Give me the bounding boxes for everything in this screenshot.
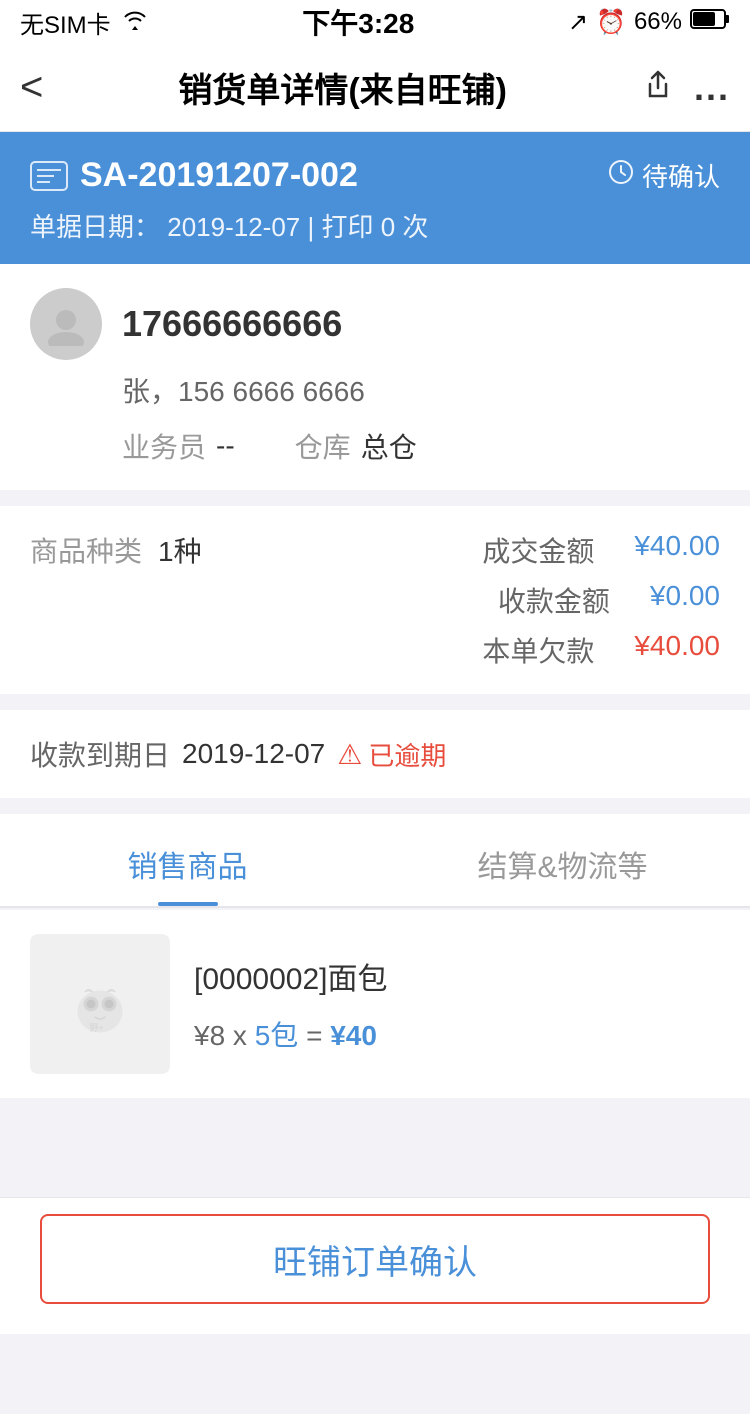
battery-text: 66% xyxy=(634,8,682,36)
svg-text:野+: 野+ xyxy=(90,1023,104,1033)
avatar xyxy=(30,288,102,360)
due-date-section: 收款到期日 2019-12-07 ⚠ 已逾期 xyxy=(0,710,750,798)
order-date-line: 单据日期： 2019-12-07 | 打印 0 次 xyxy=(30,207,720,244)
nav-left: < xyxy=(20,65,43,110)
nav-right: ... xyxy=(642,67,730,109)
amount-row-0: 成交金额 ¥40.00 xyxy=(482,530,720,570)
back-button[interactable]: < xyxy=(20,65,43,110)
more-button[interactable]: ... xyxy=(694,67,730,109)
battery-icon xyxy=(690,8,730,37)
product-thumbnail: 野+ xyxy=(30,934,170,1074)
status-left: 无SIM卡 xyxy=(20,5,149,40)
wifi-icon xyxy=(121,8,149,37)
clock-icon xyxy=(608,159,634,192)
order-status: 待确认 xyxy=(608,157,720,194)
tab-settlement-label: 结算&物流等 xyxy=(477,851,647,884)
tabs-section: 销售商品 结算&物流等 xyxy=(0,814,750,908)
tabs-row: 销售商品 结算&物流等 xyxy=(0,814,750,906)
warehouse-label: 仓库 xyxy=(295,426,351,466)
overdue-badge: ⚠ 已逾期 xyxy=(337,736,446,773)
price-text: ¥8 x xyxy=(194,1020,255,1051)
sales-rep: 业务员 -- xyxy=(122,426,235,466)
amount-label-0: 成交金额 xyxy=(482,530,594,570)
tab-products-label: 销售商品 xyxy=(128,851,248,884)
confirm-order-label: 旺铺订单确认 xyxy=(273,1235,477,1284)
alarm-icon: ⏰ xyxy=(596,8,626,37)
order-id-text: SA-20191207-002 xyxy=(80,156,358,195)
customer-section: 17666666666 张，156 6666 6666 业务员 -- 仓库 总仓 xyxy=(0,264,750,490)
order-status-text: 待确认 xyxy=(642,157,720,194)
confirm-order-button[interactable]: 旺铺订单确认 xyxy=(40,1214,710,1304)
amount-row-1: 收款金额 ¥0.00 xyxy=(498,580,720,620)
price-qty: 5包 xyxy=(255,1020,299,1051)
status-time: 下午3:28 xyxy=(302,2,414,42)
invoice-icon xyxy=(30,161,68,191)
product-name: [0000002]面包 xyxy=(194,954,720,998)
amount-value-1: ¥0.00 xyxy=(650,580,720,620)
customer-name: 张，156 6666 6666 xyxy=(30,370,720,410)
nav-title: 销货单详情(来自旺铺) xyxy=(178,63,507,112)
summary-right: 成交金额 ¥40.00 收款金额 ¥0.00 本单欠款 ¥40.00 xyxy=(482,530,720,670)
product-price: ¥8 x 5包 = ¥40 xyxy=(194,1014,720,1054)
order-header: SA-20191207-002 待确认 单据日期： 2019-12-07 | 打… xyxy=(0,132,750,264)
share-button[interactable] xyxy=(642,67,674,109)
product-section: 野+ [0000002]面包 ¥8 x 5包 = ¥40 xyxy=(0,910,750,1098)
amount-value-2: ¥40.00 xyxy=(634,630,720,670)
status-right: ↗ ⏰ 66% xyxy=(568,8,730,37)
order-date-label: 单据日期： xyxy=(30,212,160,242)
order-id: SA-20191207-002 xyxy=(30,156,358,195)
due-label: 收款到期日 xyxy=(30,734,170,774)
warehouse: 仓库 总仓 xyxy=(295,426,417,466)
nav-bar: < 销货单详情(来自旺铺) ... xyxy=(0,44,750,132)
warehouse-value: 总仓 xyxy=(361,426,417,466)
sales-rep-label: 业务员 xyxy=(122,426,206,466)
tab-settlement[interactable]: 结算&物流等 xyxy=(375,814,750,906)
price-total: ¥40 xyxy=(330,1020,377,1051)
bottom-button-area: 旺铺订单确认 xyxy=(0,1197,750,1334)
product-type-value: 1种 xyxy=(158,530,202,570)
amount-value-0: ¥40.00 xyxy=(634,530,720,570)
location-icon: ↗ xyxy=(568,8,588,37)
amount-row-2: 本单欠款 ¥40.00 xyxy=(482,630,720,670)
order-date-sep: | xyxy=(307,212,321,242)
summary-section: 商品种类 1种 成交金额 ¥40.00 收款金额 ¥0.00 本单欠款 ¥40.… xyxy=(0,506,750,694)
summary-left: 商品种类 1种 xyxy=(30,530,202,570)
customer-meta: 业务员 -- 仓库 总仓 xyxy=(30,426,720,466)
order-print-text: 打印 0 次 xyxy=(321,212,428,242)
product-info: [0000002]面包 ¥8 x 5包 = ¥40 xyxy=(194,954,720,1054)
tab-products[interactable]: 销售商品 xyxy=(0,814,375,906)
customer-top: 17666666666 xyxy=(30,288,720,360)
customer-phone: 17666666666 xyxy=(122,303,342,345)
sales-rep-value: -- xyxy=(216,430,235,462)
amount-label-2: 本单欠款 xyxy=(482,630,594,670)
order-header-top: SA-20191207-002 待确认 xyxy=(30,156,720,195)
amount-label-1: 收款金额 xyxy=(498,580,610,620)
product-type-label: 商品种类 xyxy=(30,530,142,570)
due-date-value: 2019-12-07 xyxy=(182,738,325,770)
order-date-value: 2019-12-07 xyxy=(167,212,300,242)
overdue-text: 已逾期 xyxy=(368,736,446,773)
status-bar: 无SIM卡 下午3:28 ↗ ⏰ 66% xyxy=(0,0,750,44)
price-separator: = xyxy=(306,1020,330,1051)
summary-row: 商品种类 1种 成交金额 ¥40.00 收款金额 ¥0.00 本单欠款 ¥40.… xyxy=(30,530,720,670)
carrier-text: 无SIM卡 xyxy=(20,5,111,40)
warning-icon: ⚠ xyxy=(337,738,362,771)
